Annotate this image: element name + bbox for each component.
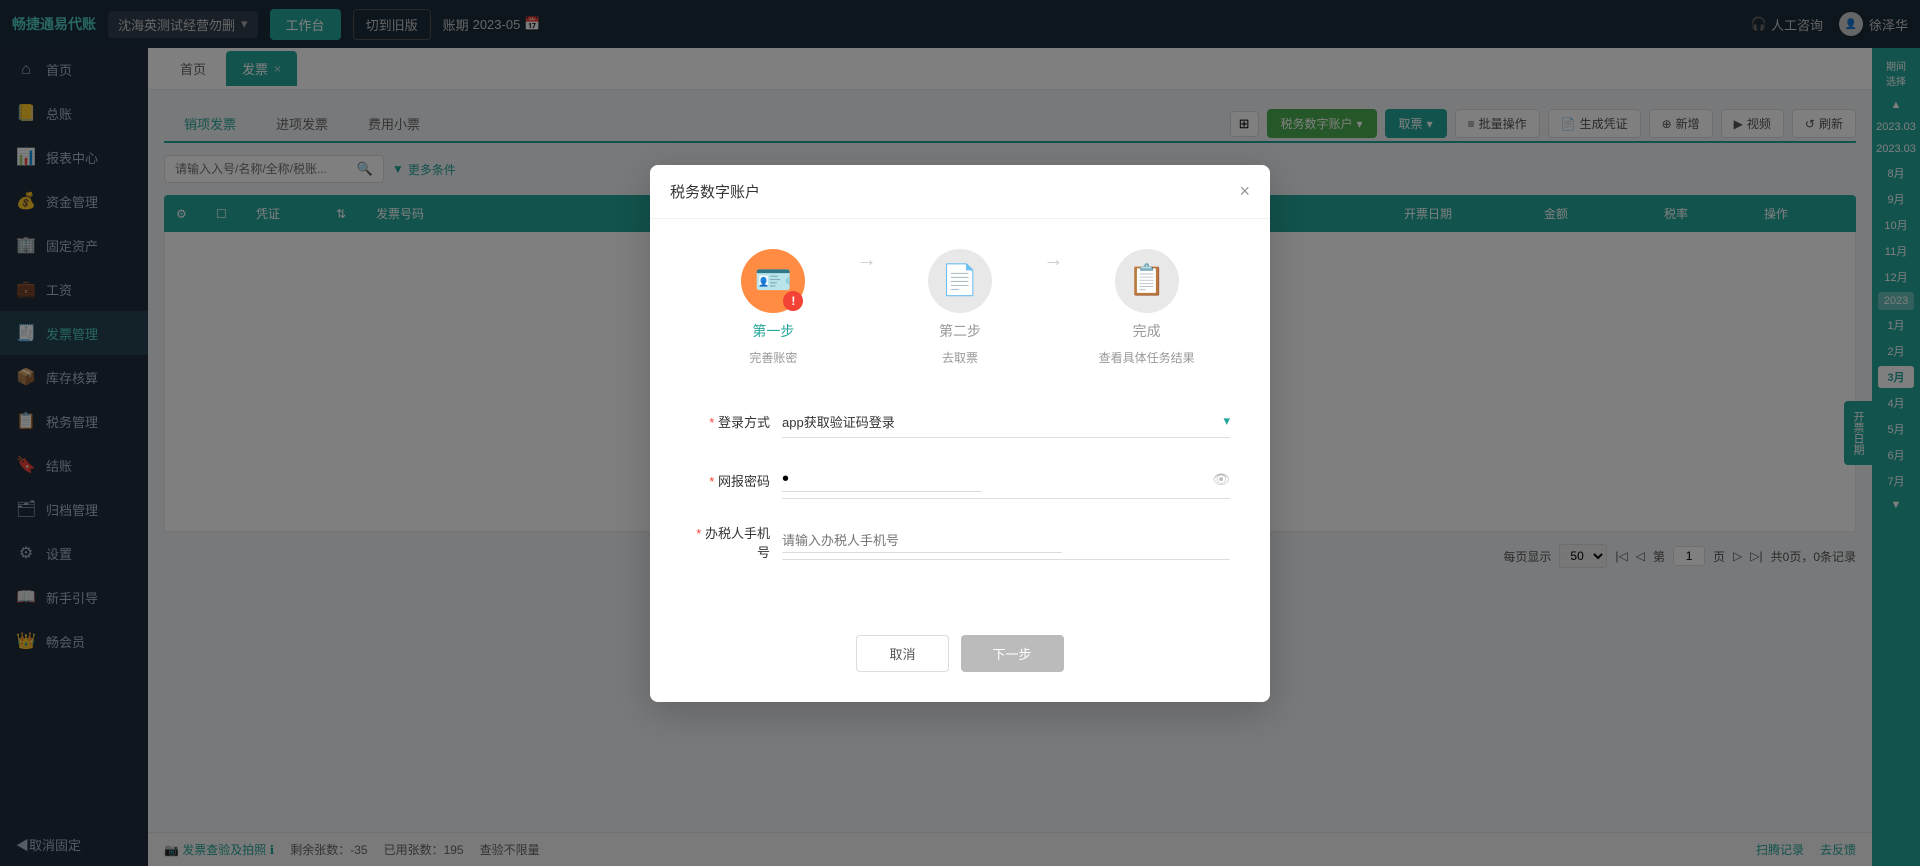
password-input[interactable] [782, 468, 982, 492]
document-icon: 📄 [941, 263, 978, 298]
select-chevron-icon: ▾ [1223, 413, 1230, 429]
login-method-value: app获取验证码登录 [782, 412, 895, 431]
eye-toggle-icon[interactable]: 👁 [1212, 471, 1230, 488]
phone-input[interactable] [782, 529, 1062, 553]
modal-close-button[interactable]: × [1239, 182, 1250, 200]
modal-header: 税务数字账户 × [650, 165, 1270, 219]
required-star: * [709, 415, 714, 430]
required-star-3: * [696, 526, 701, 541]
password-field: 👁 [782, 462, 1230, 499]
step-3-label: 完成 [1133, 321, 1161, 341]
modal-overlay: 税务数字账户 × 🪪 ! 第一步 完善账密 → [0, 0, 1920, 866]
step-3-desc: 查看具体任务结果 [1099, 349, 1195, 366]
step-2-label: 第二步 [939, 321, 981, 341]
step-1-badge: ! [783, 291, 803, 311]
next-button[interactable]: 下一步 [961, 635, 1064, 672]
password-row: * 网报密码 👁 [690, 462, 1230, 499]
step-2: 📄 第二步 去取票 [877, 249, 1044, 366]
modal-title: 税务数字账户 [670, 181, 760, 202]
step-3: 📋 完成 查看具体任务结果 [1063, 249, 1230, 366]
login-method-label: * 登录方式 [690, 412, 770, 431]
step-arrow-2: → [1043, 249, 1063, 302]
phone-field [782, 523, 1230, 560]
step-2-desc: 去取票 [942, 349, 978, 366]
login-method-select[interactable]: app获取验证码登录 ▾ [782, 406, 1230, 438]
phone-label: * 办税人手机号 [690, 523, 770, 561]
password-label: * 网报密码 [690, 471, 770, 490]
required-star-2: * [709, 474, 714, 489]
step-1: 🪪 ! 第一步 完善账密 [690, 249, 857, 366]
login-method-row: * 登录方式 app获取验证码登录 ▾ [690, 406, 1230, 438]
steps-container: 🪪 ! 第一步 完善账密 → 📄 第二步 去取票 → [690, 249, 1230, 366]
cancel-button[interactable]: 取消 [856, 635, 948, 672]
clipboard-icon: 📋 [1128, 263, 1165, 298]
step-arrow-1: → [857, 249, 877, 302]
modal-footer: 取消 下一步 [650, 615, 1270, 702]
step-1-desc: 完善账密 [749, 349, 797, 366]
phone-row: * 办税人手机号 [690, 523, 1230, 561]
step-2-icon: 📄 [928, 249, 992, 313]
step-1-icon: 🪪 ! [741, 249, 805, 313]
step-1-label: 第一步 [752, 321, 794, 341]
step-3-icon: 📋 [1115, 249, 1179, 313]
tax-digital-modal: 税务数字账户 × 🪪 ! 第一步 完善账密 → [650, 165, 1270, 702]
modal-body: 🪪 ! 第一步 完善账密 → 📄 第二步 去取票 → [650, 219, 1270, 615]
